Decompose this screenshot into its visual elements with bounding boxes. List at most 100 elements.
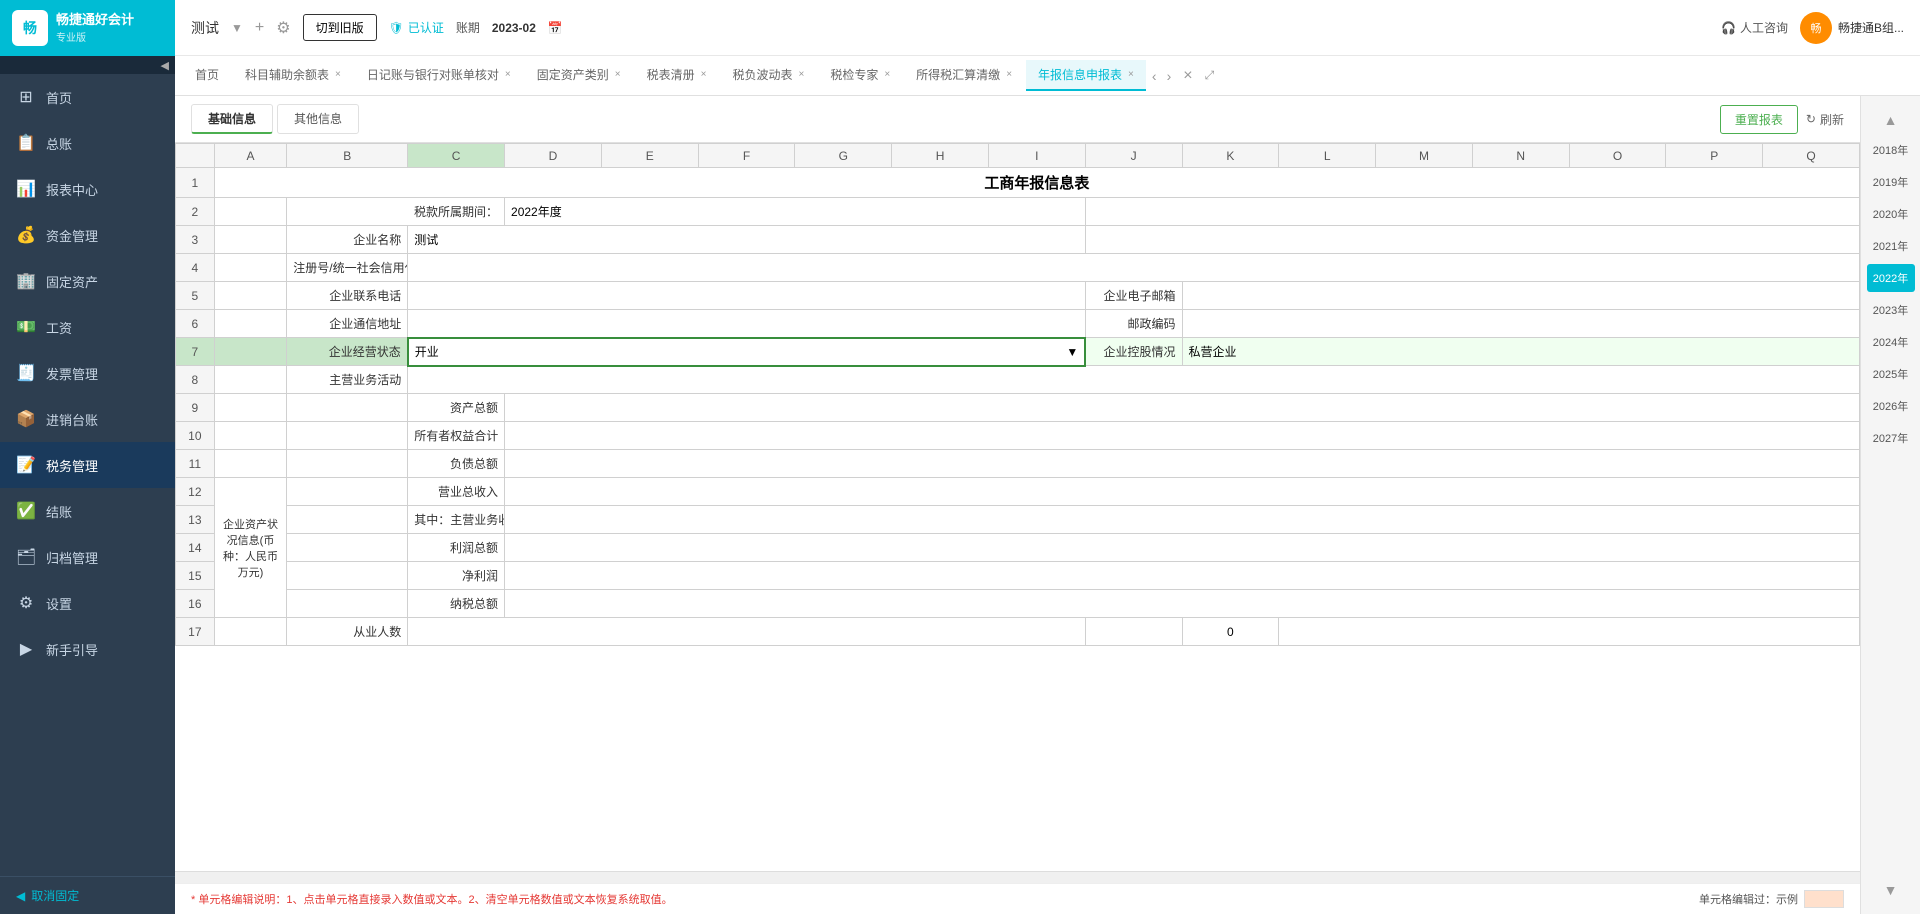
tab-close-tax-expert[interactable]: × — [884, 69, 890, 80]
row-num-7: 7 — [176, 338, 215, 366]
sidebar-item-固定资产[interactable]: 🏢固定资产 — [0, 258, 175, 304]
reset-report-btn[interactable]: 重置报表 — [1720, 105, 1798, 134]
year-2026[interactable]: 2026年 — [1867, 392, 1915, 420]
sidebar-item-报表中心[interactable]: 📊报表中心 — [0, 166, 175, 212]
switch-old-btn[interactable]: 切到旧版 — [303, 14, 377, 41]
refresh-btn[interactable]: ↻ 刷新 — [1806, 111, 1844, 128]
tab-tax-fluctuation[interactable]: 税负波动表 × — [720, 60, 816, 91]
year-2020[interactable]: 2020年 — [1867, 200, 1915, 228]
topbar-add-btn[interactable]: + — [255, 19, 264, 37]
spreadsheet-wrapper[interactable]: A B C D E F G H I J K L M — [175, 143, 1860, 871]
tab-journal[interactable]: 日记账与银行对账单核对 × — [355, 60, 523, 91]
cell-14d[interactable] — [505, 534, 1860, 562]
sidebar-item-税务管理[interactable]: 📝税务管理 — [0, 442, 175, 488]
table-row: 1 工商年报信息表 — [176, 168, 1860, 198]
year-2022[interactable]: 2022年 — [1867, 264, 1915, 292]
tab-prev-btn[interactable]: ‹ — [1148, 66, 1161, 86]
cell-17k[interactable]: 0 — [1182, 618, 1279, 646]
calendar-icon[interactable]: 📅 — [548, 21, 563, 35]
tab-next-btn[interactable]: › — [1163, 66, 1176, 86]
cell-6k[interactable] — [1182, 310, 1860, 338]
service-btn[interactable]: 🎧 人工咨询 — [1721, 19, 1788, 36]
sidebar-pin-btn[interactable]: ◀ 取消固定 — [0, 876, 175, 914]
cell-9d[interactable] — [505, 394, 1860, 422]
tab-tax-expert[interactable]: 税检专家 × — [818, 60, 902, 91]
topbar-settings-icon[interactable]: ⚙ — [276, 18, 290, 38]
cell-6j: 邮政编码 — [1085, 310, 1182, 338]
cell-7k[interactable]: 私营企业 — [1182, 338, 1860, 366]
tab-close-journal[interactable]: × — [505, 69, 511, 80]
username-label: 畅捷通B组... — [1838, 19, 1904, 36]
cell-10d[interactable] — [505, 422, 1860, 450]
sheet-tab-other[interactable]: 其他信息 — [277, 104, 359, 134]
row-num-17: 17 — [176, 618, 215, 646]
cell-7c-dropdown[interactable]: 开业 ▼ — [408, 338, 1085, 366]
table-row: 10 所有者权益合计 — [176, 422, 1860, 450]
spreadsheet-table: A B C D E F G H I J K L M — [175, 143, 1860, 646]
sidebar-item-发票管理[interactable]: 🧾发票管理 — [0, 350, 175, 396]
row-num-13: 13 — [176, 506, 215, 534]
sheet-tab-basic[interactable]: 基础信息 — [191, 104, 273, 134]
cell-5c[interactable] — [408, 282, 1085, 310]
tab-fixed-assets[interactable]: 固定资产类别 × — [525, 60, 633, 91]
cell-15d[interactable] — [505, 562, 1860, 590]
tab-close-tax-list[interactable]: × — [701, 69, 707, 80]
cell-2c[interactable]: 2022年度 — [505, 198, 1086, 226]
tab-close-fixed-assets[interactable]: × — [615, 69, 621, 80]
year-2023[interactable]: 2023年 — [1867, 296, 1915, 324]
cell-6c[interactable] — [408, 310, 1085, 338]
year-2024[interactable]: 2024年 — [1867, 328, 1915, 356]
tab-subject-aux[interactable]: 科目辅助余额表 × — [233, 60, 353, 91]
tab-close-subject-aux[interactable]: × — [335, 69, 341, 80]
cell-title[interactable]: 工商年报信息表 — [214, 168, 1859, 198]
sidebar-icon-12: ▶ — [16, 639, 36, 659]
cell-15b — [287, 562, 408, 590]
cell-16d[interactable] — [505, 590, 1860, 618]
cell-12d[interactable] — [505, 478, 1860, 506]
cell-17c[interactable] — [408, 618, 1085, 646]
example-color-box — [1804, 890, 1844, 908]
tab-expand-btn[interactable]: ⤢ — [1201, 66, 1219, 85]
tab-close-tax-fluctuation[interactable]: × — [798, 69, 804, 80]
cell-3c[interactable]: 测试 — [408, 226, 1085, 254]
cell-5k[interactable] — [1182, 282, 1860, 310]
cell-10a — [214, 422, 287, 450]
sidebar-collapse-btn[interactable]: ◀ — [0, 56, 175, 74]
content-area: 基础信息 其他信息 重置报表 ↻ 刷新 A — [175, 96, 1920, 914]
col-header-f: F — [698, 144, 795, 168]
tab-annual-report[interactable]: 年报信息申报表 × — [1026, 60, 1146, 91]
sidebar-item-总账[interactable]: 📋总账 — [0, 120, 175, 166]
horizontal-scrollbar[interactable] — [175, 871, 1860, 883]
sidebar-item-工资[interactable]: 💵工资 — [0, 304, 175, 350]
sidebar-item-首页[interactable]: ⊞首页 — [0, 74, 175, 120]
tab-close-annual-report[interactable]: × — [1128, 69, 1134, 80]
user-menu[interactable]: 畅 畅捷通B组... — [1800, 12, 1904, 44]
sidebar-item-新手引导[interactable]: ▶新手引导 — [0, 626, 175, 672]
year-2018[interactable]: 2018年 — [1867, 136, 1915, 164]
cell-8c[interactable] — [408, 366, 1860, 394]
topbar-dropdown-arrow[interactable]: ▼ — [231, 21, 243, 35]
sidebar-item-结账[interactable]: ✅结账 — [0, 488, 175, 534]
cell-3a — [214, 226, 287, 254]
sidebar-icon-8: 📝 — [16, 455, 36, 475]
tab-close-income-tax[interactable]: × — [1006, 69, 1012, 80]
tab-income-tax[interactable]: 所得税汇算清缴 × — [904, 60, 1024, 91]
sidebar-item-归档管理[interactable]: 🗂归档管理 — [0, 534, 175, 580]
cell-4c[interactable] — [408, 254, 1860, 282]
year-nav-down[interactable]: ▼ — [1880, 878, 1902, 902]
year-2025[interactable]: 2025年 — [1867, 360, 1915, 388]
cell-13d[interactable] — [505, 506, 1860, 534]
year-2027[interactable]: 2027年 — [1867, 424, 1915, 452]
year-2019[interactable]: 2019年 — [1867, 168, 1915, 196]
cell-11d[interactable] — [505, 450, 1860, 478]
tab-home[interactable]: 首页 — [183, 60, 231, 91]
sidebar-item-资金管理[interactable]: 💰资金管理 — [0, 212, 175, 258]
period-value: 2023-02 — [492, 21, 536, 35]
tab-close-all-btn[interactable]: × — [1177, 65, 1198, 87]
year-nav-up[interactable]: ▲ — [1880, 108, 1902, 132]
sidebar-item-设置[interactable]: ⚙设置 — [0, 580, 175, 626]
sidebar-item-进销台账[interactable]: 📦进销台账 — [0, 396, 175, 442]
year-2021[interactable]: 2021年 — [1867, 232, 1915, 260]
tab-tax-list[interactable]: 税表清册 × — [635, 60, 719, 91]
topbar-module-title: 测试 — [191, 18, 219, 38]
